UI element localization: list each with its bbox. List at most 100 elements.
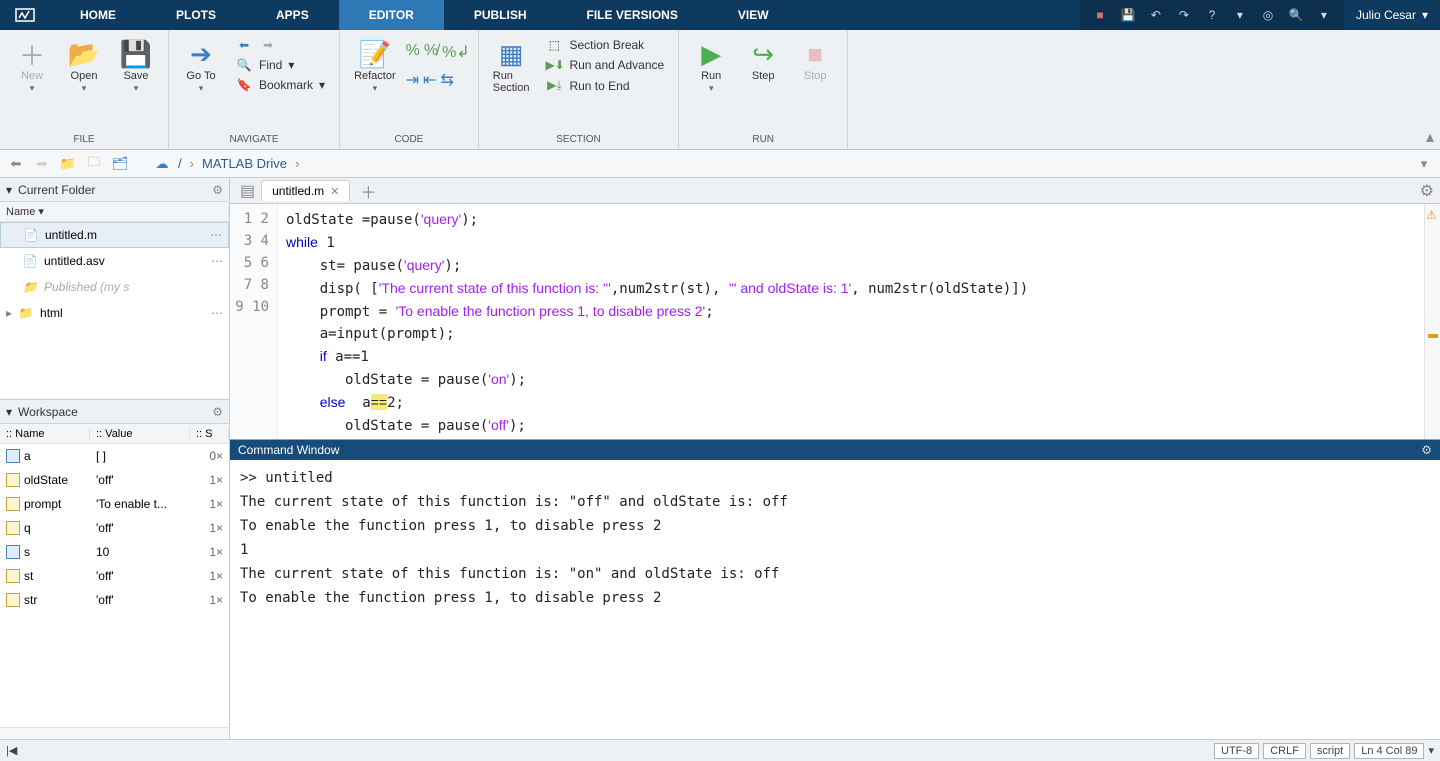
indent-icon[interactable]: ⇥ [406,70,419,90]
close-tab-icon[interactable]: ✕ [330,185,339,198]
open-button[interactable]: 📂Open [60,34,108,98]
code-area[interactable]: oldState =pause('query'); while 1 st= pa… [278,204,1424,439]
workspace-header[interactable]: ▾ Workspace ⚙ [0,400,229,424]
status-cursor-pos[interactable]: Ln 4 Col 89 [1354,743,1424,759]
workspace-columns[interactable]: :: Name :: Value :: S [0,424,229,444]
wrap-comment-icon[interactable]: %↲ [442,42,470,62]
ribbon-group-section: ▦Run Section ⬚Section Break ▶⬇Run and Ad… [479,30,679,149]
refactor-button[interactable]: 📝Refactor [348,34,402,98]
status-filetype[interactable]: script [1310,743,1350,759]
step-button[interactable]: ↪Step [739,34,787,86]
user-menu[interactable]: Julio Cesar ▾ [1344,0,1440,30]
uncomment-icon[interactable]: %̸ [424,42,438,62]
command-window-panel: Command Window ⚙ >> untitled The current… [230,439,1440,739]
ribbon-toolstrip: ＋New 📂Open 💾Save FILE ➔Go To ⬅➡ 🔍Find ▾ … [0,30,1440,150]
workspace-row[interactable]: st'off'1× [0,564,229,588]
user-name: Julio Cesar [1356,8,1416,22]
status-encoding[interactable]: UTF-8 [1214,743,1259,759]
folder-icon[interactable]: 🗀 [84,154,104,174]
tab-home[interactable]: HOME [50,0,146,30]
tab-publish[interactable]: PUBLISH [444,0,557,30]
goto-button[interactable]: ➔Go To [177,34,225,98]
undo-icon[interactable]: ↶ [1146,5,1166,25]
stop-button: ■Stop [791,34,839,86]
forward-icon[interactable]: ➡ [32,154,52,174]
chevron-down-icon: ▾ [1422,8,1428,22]
dropdown-icon[interactable]: ▾ [1230,5,1250,25]
gear-icon[interactable]: ⚙ [212,405,223,419]
bookmark-icon: 🔖 [235,78,253,92]
file-row[interactable]: 📄untitled.m⋯ [0,222,229,248]
section-break-icon: ⬚ [545,38,563,52]
run-button[interactable]: ▶Run [687,34,735,98]
status-dropdown-icon[interactable]: ▾ [1428,744,1434,757]
new-button[interactable]: ＋New [8,34,56,98]
addr-dropdown-icon[interactable]: ▾ [1414,154,1434,174]
command-window-header[interactable]: Command Window ⚙ [230,440,1440,460]
ribbon-group-run: ▶Run ↪Step ■Stop RUN [679,30,848,149]
smart-indent-icon[interactable]: ⇆ [440,70,453,90]
workspace-row[interactable]: a[ ]0× [0,444,229,468]
ribbon-group-navigate: ➔Go To ⬅➡ 🔍Find ▾ 🔖Bookmark ▾ NAVIGATE [169,30,340,149]
tab-plots[interactable]: PLOTS [146,0,246,30]
line-gutter: 1 2 3 4 5 6 7 8 9 10 [230,204,278,439]
help-icon[interactable]: ? [1202,5,1222,25]
target-icon[interactable]: ◎ [1258,5,1278,25]
workspace-list[interactable]: a[ ]0×oldState'off'1×prompt'To enable t.… [0,444,229,727]
section-break-button[interactable]: ⬚Section Break [539,36,670,54]
matlab-logo-icon[interactable] [0,0,50,30]
gear-icon[interactable]: ⚙ [212,183,223,197]
code-editor[interactable]: 1 2 3 4 5 6 7 8 9 10 oldState =pause('qu… [230,204,1440,439]
save-button[interactable]: 💾Save [112,34,160,98]
search-icon[interactable]: 🔍 [1286,5,1306,25]
workspace-row[interactable]: s101× [0,540,229,564]
nav-back-forward[interactable]: ⬅➡ [229,36,331,54]
workspace-row[interactable]: oldState'off'1× [0,468,229,492]
status-eol[interactable]: CRLF [1263,743,1306,759]
workspace-row[interactable]: str'off'1× [0,588,229,612]
breadcrumb-root[interactable]: / [178,156,182,171]
workspace-row[interactable]: prompt'To enable t...1× [0,492,229,516]
warning-marker[interactable] [1428,334,1438,338]
current-folder-header[interactable]: ▾ Current Folder ⚙ [0,178,229,202]
editor-gear-icon[interactable]: ⚙ [1414,181,1440,201]
folder-column-header[interactable]: Name ▾ [0,202,229,222]
message-bar[interactable]: ⚠ [1424,204,1440,439]
breadcrumb-drive[interactable]: MATLAB Drive [202,156,287,171]
stop-icon[interactable]: ■ [1090,5,1110,25]
find-button[interactable]: 🔍Find ▾ [229,56,331,74]
run-and-advance-button[interactable]: ▶⬇Run and Advance [539,56,670,74]
workspace-row[interactable]: q'off'1× [0,516,229,540]
cloud-icon[interactable]: ☁ [152,154,172,174]
tab-apps[interactable]: APPS [246,0,339,30]
file-list[interactable]: 📄untitled.m⋯📄untitled.asv⋯📁Published (my… [0,222,229,399]
command-window-output[interactable]: >> untitled The current state of this fu… [230,460,1440,739]
bookmark-button[interactable]: 🔖Bookmark ▾ [229,76,331,94]
ribbon-collapse-icon[interactable]: ▴ [1426,127,1434,147]
collapse-icon: ▾ [6,405,12,419]
percent-icon[interactable]: % [406,42,420,62]
new-tab-button[interactable]: ＋ [352,176,384,206]
run-to-end-button[interactable]: ▶⤓Run to End [539,76,670,95]
tab-list-icon[interactable]: ▤ [236,181,259,201]
file-row[interactable]: 📁Published (my s [0,274,229,300]
redo-icon[interactable]: ↷ [1174,5,1194,25]
disk-save-icon[interactable]: 💾 [1118,5,1138,25]
editor-tab-untitled[interactable]: untitled.m ✕ [261,180,350,201]
run-section-button[interactable]: ▦Run Section [487,34,536,98]
browse-icon[interactable]: 🗂 [110,154,130,174]
tab-view[interactable]: VIEW [708,0,799,30]
hscrollbar[interactable] [0,727,229,739]
restore-layout-icon[interactable]: |◀ [6,744,17,757]
run-end-icon: ▶⤓ [545,78,563,93]
up-folder-icon[interactable]: 📁 [58,154,78,174]
tab-editor[interactable]: EDITOR [339,0,444,30]
search-dropdown-icon[interactable]: ▾ [1314,5,1334,25]
tab-file-versions[interactable]: FILE VERSIONS [557,0,708,30]
outdent-icon[interactable]: ⇤ [423,70,436,90]
gear-icon[interactable]: ⚙ [1421,443,1432,457]
file-row[interactable]: ▸📁html⋯ [0,300,229,326]
back-icon[interactable]: ⬅ [6,154,26,174]
ribbon-group-file: ＋New 📂Open 💾Save FILE [0,30,169,149]
file-row[interactable]: 📄untitled.asv⋯ [0,248,229,274]
